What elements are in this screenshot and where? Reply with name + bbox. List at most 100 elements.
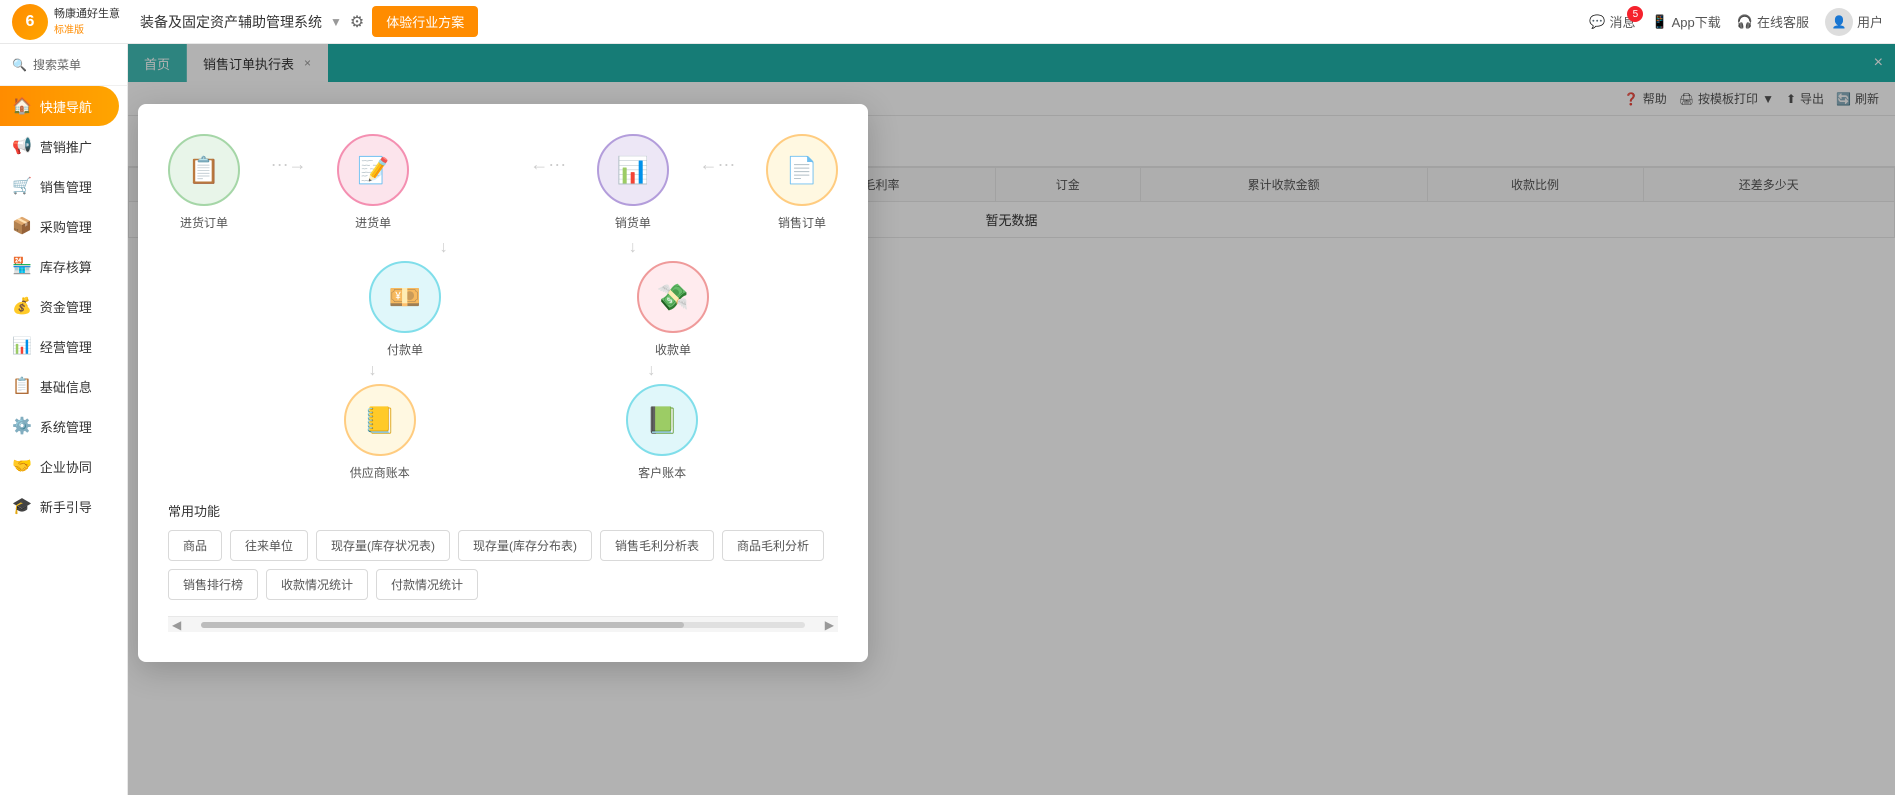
flow-item-customer-ledger[interactable]: 📗 客户账本 bbox=[626, 384, 698, 481]
common-btns-row1: 商品 往来单位 现存量(库存状况表) 现存量(库存分布表) 销售毛利分析表 商品… bbox=[168, 530, 838, 561]
sidebar-item-system[interactable]: ⚙️ 系统管理 bbox=[0, 406, 127, 446]
scroll-left-arrow[interactable]: ◀ bbox=[172, 618, 181, 632]
sidebar-item-newbie[interactable]: 🎓 新手引导 bbox=[0, 486, 127, 526]
inventory-icon: 🏪 bbox=[12, 256, 32, 276]
settings-btn[interactable]: ⚙ bbox=[350, 12, 364, 32]
sidebar-item-operations[interactable]: 📊 经营管理 bbox=[0, 326, 127, 366]
sales-icon: 🛒 bbox=[12, 176, 32, 196]
app-download-label: App下载 bbox=[1672, 12, 1721, 31]
sidebar-item-quick-nav[interactable]: 🏠 快捷导航 bbox=[0, 86, 119, 126]
sidebar-item-sales[interactable]: 🛒 销售管理 bbox=[0, 166, 127, 206]
sidebar-item-finance[interactable]: 💰 资金管理 bbox=[0, 286, 127, 326]
scroll-right-arrow[interactable]: ▶ bbox=[825, 618, 834, 632]
search-btn[interactable]: 🔍 搜索菜单 bbox=[8, 52, 119, 77]
scroll-thumb bbox=[201, 622, 684, 628]
arrow-right-solid: ···→ bbox=[271, 154, 307, 175]
modal-overlay: 📋 进货订单 ···→ 📝 进货单 bbox=[128, 44, 1895, 795]
common-btn-sales-rank[interactable]: 销售排行榜 bbox=[168, 569, 258, 600]
receipt-label: 收款单 bbox=[655, 341, 691, 358]
common-btn-stock-dist[interactable]: 现存量(库存分布表) bbox=[458, 530, 592, 561]
system-title: 装备及固定资产辅助管理系统 bbox=[140, 12, 322, 32]
app-container: 6 畅康通好生意 标准版 装备及固定资产辅助管理系统 ▼ ⚙ 体验行业方案 💬 … bbox=[0, 0, 1895, 795]
arrow-left-dashed-2: ←··· bbox=[699, 154, 735, 175]
arrow-left-dashed: ←··· bbox=[530, 154, 566, 175]
common-btn-receipt-stats[interactable]: 收款情况统计 bbox=[266, 569, 368, 600]
system-dropdown-btn[interactable]: ▼ bbox=[330, 15, 342, 29]
finance-icon: 💰 bbox=[12, 296, 32, 316]
content-area: 首页 销售订单执行表 × × ❓ 帮助 🖨 按模板打印 ▼ bbox=[128, 44, 1895, 795]
flow-item-sales-bill[interactable]: 📊 销货单 bbox=[597, 134, 669, 231]
sidebar-item-cooperation[interactable]: 🤝 企业协同 bbox=[0, 446, 127, 486]
main-layout: 🔍 搜索菜单 🏠 快捷导航 📢 营销推广 🛒 销售管理 📦 采购管理 bbox=[0, 44, 1895, 795]
arrow-down-supplier: ↓ bbox=[319, 362, 391, 380]
common-btn-payment-stats[interactable]: 付款情况统计 bbox=[376, 569, 478, 600]
purchase-icon: 📦 bbox=[12, 216, 32, 236]
flow-item-supplier-ledger[interactable]: 📒 供应商账本 bbox=[344, 384, 416, 481]
bottom-scrollbar[interactable]: ◀ ▶ bbox=[168, 616, 838, 632]
sidebar: 🔍 搜索菜单 🏠 快捷导航 📢 营销推广 🛒 销售管理 📦 采购管理 bbox=[0, 44, 128, 795]
flow-item-purchase-bill[interactable]: 📝 进货单 bbox=[337, 134, 409, 231]
operations-icon: 📊 bbox=[12, 336, 32, 356]
purchase-bill-label: 进货单 bbox=[355, 214, 391, 231]
base-info-icon: 📋 bbox=[12, 376, 32, 396]
message-action[interactable]: 💬 消息 5 bbox=[1589, 12, 1635, 31]
flow-item-receipt[interactable]: 💸 收款单 bbox=[637, 261, 709, 358]
customer-ledger-label: 客户账本 bbox=[638, 464, 686, 481]
scroll-track bbox=[201, 622, 805, 628]
sales-bill-icon: 📊 bbox=[597, 134, 669, 206]
supplier-ledger-icon: 📒 bbox=[344, 384, 416, 456]
newbie-icon: 🎓 bbox=[12, 496, 32, 516]
common-functions-section: 常用功能 商品 往来单位 现存量(库存状况表) 现存量(库存分布表) 销售毛利分… bbox=[168, 501, 838, 600]
purchase-order-icon: 📋 bbox=[168, 134, 240, 206]
customer-ledger-icon: 📗 bbox=[626, 384, 698, 456]
sidebar-item-purchase[interactable]: 📦 采购管理 bbox=[0, 206, 127, 246]
sales-order-label: 销售订单 bbox=[778, 214, 826, 231]
arrow-down-customer: ↓ bbox=[615, 362, 687, 380]
common-btn-goods-profit[interactable]: 商品毛利分析 bbox=[722, 530, 824, 561]
flow-item-purchase-order[interactable]: 📋 进货订单 bbox=[168, 134, 240, 231]
cooperation-icon: 🤝 bbox=[12, 456, 32, 476]
logo-text: 畅康通好生意 标准版 bbox=[54, 7, 120, 36]
online-service-label: 在线客服 bbox=[1757, 12, 1809, 31]
home-icon: 🏠 bbox=[12, 96, 32, 116]
common-functions-title: 常用功能 bbox=[168, 501, 838, 520]
flow-item-payment[interactable]: 💴 付款单 bbox=[369, 261, 441, 358]
top-actions: 💬 消息 5 📱 App下载 🎧 在线客服 👤 用户 bbox=[1589, 8, 1883, 36]
common-btn-partner[interactable]: 往来单位 bbox=[230, 530, 308, 561]
headset-icon: 🎧 bbox=[1737, 14, 1753, 30]
modal-box: 📋 进货订单 ···→ 📝 进货单 bbox=[138, 104, 868, 662]
top-bar: 6 畅康通好生意 标准版 装备及固定资产辅助管理系统 ▼ ⚙ 体验行业方案 💬 … bbox=[0, 0, 1895, 44]
download-icon: 📱 bbox=[1651, 14, 1667, 30]
user-label: 用户 bbox=[1857, 12, 1883, 31]
common-btn-goods[interactable]: 商品 bbox=[168, 530, 222, 561]
logo-icon: 6 bbox=[12, 4, 48, 40]
logo-area: 6 畅康通好生意 标准版 bbox=[12, 4, 140, 40]
sidebar-item-marketing[interactable]: 📢 营销推广 bbox=[0, 126, 127, 166]
receipt-icon: 💸 bbox=[637, 261, 709, 333]
sidebar-search: 🔍 搜索菜单 bbox=[0, 44, 127, 86]
sidebar-item-base-info[interactable]: 📋 基础信息 bbox=[0, 366, 127, 406]
common-btns-row2: 销售排行榜 收款情况统计 付款情况统计 bbox=[168, 569, 838, 600]
supplier-ledger-label: 供应商账本 bbox=[350, 464, 410, 481]
system-title-area: 装备及固定资产辅助管理系统 ▼ ⚙ 体验行业方案 bbox=[140, 6, 1589, 37]
system-icon: ⚙️ bbox=[12, 416, 32, 436]
sidebar-item-inventory[interactable]: 🏪 库存核算 bbox=[0, 246, 127, 286]
message-badge: 5 bbox=[1627, 6, 1643, 22]
sales-order-icon: 📄 bbox=[766, 134, 838, 206]
payment-label: 付款单 bbox=[387, 341, 423, 358]
app-download-action[interactable]: 📱 App下载 bbox=[1651, 12, 1720, 31]
arrow-down-payment: ↓ bbox=[428, 239, 500, 257]
online-service-action[interactable]: 🎧 在线客服 bbox=[1737, 12, 1809, 31]
purchase-bill-icon: 📝 bbox=[337, 134, 409, 206]
common-btn-sales-profit[interactable]: 销售毛利分析表 bbox=[600, 530, 714, 561]
payment-icon: 💴 bbox=[369, 261, 441, 333]
flow-item-sales-order[interactable]: 📄 销售订单 bbox=[766, 134, 838, 231]
marketing-icon: 📢 bbox=[12, 136, 32, 156]
arrow-down-receipt: ↓ bbox=[597, 239, 669, 257]
trial-btn[interactable]: 体验行业方案 bbox=[372, 6, 478, 37]
search-icon: 🔍 bbox=[12, 58, 27, 72]
common-btn-stock-status[interactable]: 现存量(库存状况表) bbox=[316, 530, 450, 561]
message-icon: 💬 bbox=[1589, 14, 1605, 30]
user-action[interactable]: 👤 用户 bbox=[1825, 8, 1883, 36]
sales-bill-label: 销货单 bbox=[615, 214, 651, 231]
